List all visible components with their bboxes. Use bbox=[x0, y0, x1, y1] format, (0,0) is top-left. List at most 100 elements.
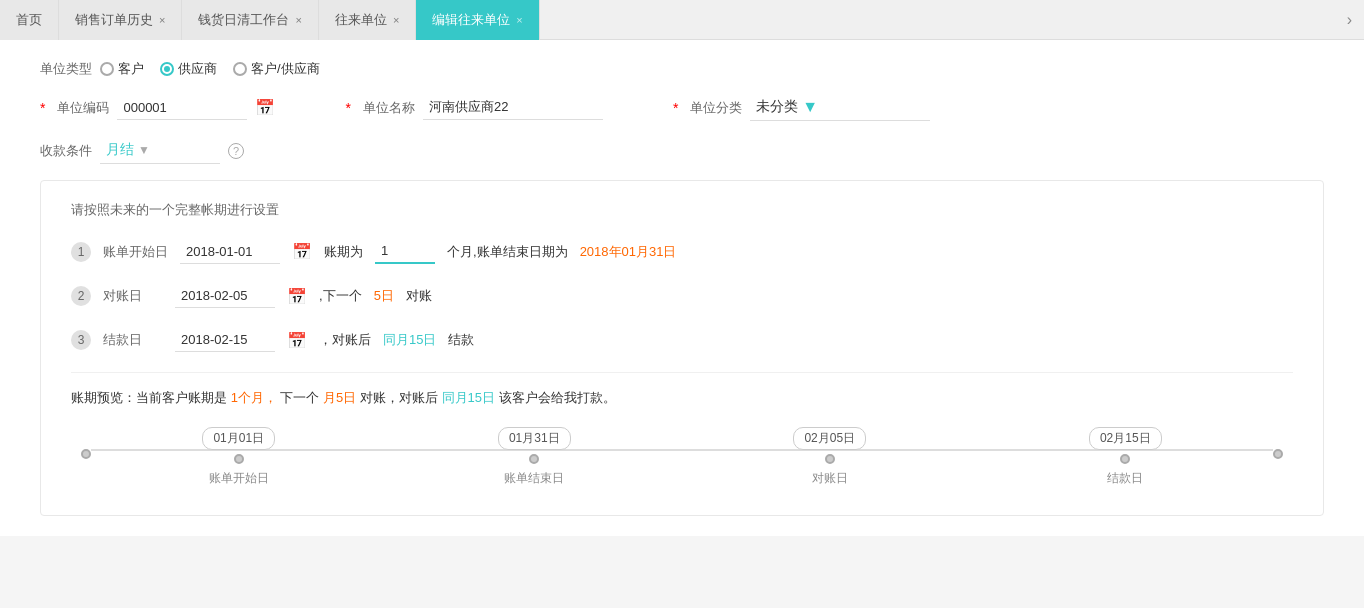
timeline-node-2: 01月31日 账单结束日 bbox=[498, 427, 571, 487]
preview-reconcile-prefix: 下一个 bbox=[280, 390, 319, 405]
timeline-nodes: 01月01日 账单开始日 01月31日 账单结束日 02月05日 bbox=[91, 427, 1273, 487]
unit-name-group: * 单位名称 bbox=[345, 96, 602, 120]
row-num-1: 1 bbox=[71, 242, 91, 262]
preview-text: 账期预览：当前客户账期是 1个月， 下一个 月5日 对账，对账后 同月15日 该… bbox=[71, 389, 1293, 407]
tab-partner[interactable]: 往来单位 × bbox=[319, 0, 416, 40]
payment-terms-row: 收款条件 月结 ▼ ? bbox=[40, 137, 1324, 164]
tl-name-4: 结款日 bbox=[1107, 470, 1143, 487]
unit-name-input[interactable] bbox=[423, 96, 603, 120]
dropdown-icon: ▼ bbox=[802, 98, 818, 116]
unit-category-value: 未分类 bbox=[756, 98, 798, 116]
timeline-node-1: 01月01日 账单开始日 bbox=[202, 427, 275, 487]
row-label-3: 结款日 bbox=[103, 331, 163, 349]
tab-home[interactable]: 首页 bbox=[0, 0, 59, 40]
preview-reconcile-day: 月5日 bbox=[323, 390, 356, 405]
row-highlight-3: 同月15日 bbox=[383, 331, 436, 349]
radio-circle-both bbox=[233, 62, 247, 76]
timeline-node-3: 02月05日 对账日 bbox=[793, 427, 866, 487]
tab-cash-workbench[interactable]: 钱货日清工作台 × bbox=[182, 0, 318, 40]
date-input-2[interactable] bbox=[175, 284, 275, 308]
tl-name-3: 对账日 bbox=[812, 470, 848, 487]
period-input[interactable] bbox=[375, 239, 435, 264]
tl-dot-3 bbox=[825, 454, 835, 464]
setting-row-1: 1 账单开始日 📅 账期为 个月,账单结束日期为 2018年01月31日 bbox=[71, 239, 1293, 264]
date-input-1[interactable] bbox=[180, 240, 280, 264]
question-icon[interactable]: ? bbox=[228, 143, 244, 159]
row-num-2: 2 bbox=[71, 286, 91, 306]
row-desc-prefix-2: ,下一个 bbox=[319, 287, 362, 305]
timeline-node-4: 02月15日 结款日 bbox=[1089, 427, 1162, 487]
unit-category-label: 单位分类 bbox=[690, 99, 742, 117]
calendar-icon-3[interactable]: 📅 bbox=[287, 331, 307, 350]
tl-box-4: 02月15日 bbox=[1089, 427, 1162, 450]
tl-dot-1 bbox=[234, 454, 244, 464]
radio-customer-label: 客户 bbox=[118, 60, 144, 78]
row-num-3: 3 bbox=[71, 330, 91, 350]
preview-period: 1个月， bbox=[231, 390, 277, 405]
row-desc-suffix-3: 结款 bbox=[448, 331, 474, 349]
tab-edit-partner[interactable]: 编辑往来单位 × bbox=[416, 0, 539, 40]
tab-bar: 首页 销售订单历史 × 钱货日清工作台 × 往来单位 × 编辑往来单位 × › bbox=[0, 0, 1364, 40]
payment-terms-group: 收款条件 月结 ▼ ? bbox=[40, 137, 244, 164]
preview-label: 账期预览：当前客户账期是 bbox=[71, 390, 227, 405]
tab-sales-history-label: 销售订单历史 bbox=[75, 11, 153, 29]
payment-terms-select[interactable]: 月结 ▼ bbox=[100, 137, 220, 164]
radio-both[interactable]: 客户/供应商 bbox=[233, 60, 320, 78]
radio-circle-supplier bbox=[160, 62, 174, 76]
calendar-icon-2[interactable]: 📅 bbox=[287, 287, 307, 306]
unit-name-label: 单位名称 bbox=[363, 99, 415, 117]
required-star-name: * bbox=[345, 100, 350, 116]
calendar-icon-1[interactable]: 📅 bbox=[292, 242, 312, 261]
close-icon[interactable]: × bbox=[159, 14, 165, 26]
row-desc-suffix-1: 个月,账单结束日期为 bbox=[447, 243, 568, 261]
end-date-highlight: 2018年01月31日 bbox=[580, 243, 677, 261]
tab-home-label: 首页 bbox=[16, 11, 42, 29]
radio-both-label: 客户/供应商 bbox=[251, 60, 320, 78]
tl-name-2: 账单结束日 bbox=[504, 470, 564, 487]
timeline-middle: 01月01日 账单开始日 01月31日 账单结束日 02月05日 bbox=[91, 427, 1273, 487]
radio-circle-customer bbox=[100, 62, 114, 76]
tab-cash-workbench-label: 钱货日清工作台 bbox=[198, 11, 289, 29]
row-desc-prefix-3: ，对账后 bbox=[319, 331, 371, 349]
row-label-1: 账单开始日 bbox=[103, 243, 168, 261]
preview-payment-day: 同月15日 bbox=[442, 390, 495, 405]
close-icon[interactable]: × bbox=[516, 14, 522, 26]
close-icon[interactable]: × bbox=[295, 14, 301, 26]
tab-edit-partner-label: 编辑往来单位 bbox=[432, 11, 510, 29]
tl-box-3: 02月05日 bbox=[793, 427, 866, 450]
row-label-2: 对账日 bbox=[103, 287, 163, 305]
unit-category-select[interactable]: 未分类 ▼ bbox=[750, 94, 930, 121]
preview-tail: 该客户会给我打款。 bbox=[499, 390, 616, 405]
radio-group: 客户 供应商 客户/供应商 bbox=[100, 60, 320, 78]
tl-box-2: 01月31日 bbox=[498, 427, 571, 450]
preview-reconcile-suffix: 对账，对账后 bbox=[360, 390, 438, 405]
dropdown-arrow-icon: ▼ bbox=[138, 143, 150, 157]
row-highlight-2: 5日 bbox=[374, 287, 394, 305]
tl-dot-4 bbox=[1120, 454, 1130, 464]
payment-terms-label: 收款条件 bbox=[40, 142, 92, 160]
timeline: 01月01日 账单开始日 01月31日 账单结束日 02月05日 bbox=[71, 427, 1293, 487]
timeline-right-dot bbox=[1273, 449, 1283, 459]
tl-name-1: 账单开始日 bbox=[209, 470, 269, 487]
radio-customer[interactable]: 客户 bbox=[100, 60, 144, 78]
tl-dot-2 bbox=[529, 454, 539, 464]
row-desc-suffix-2: 对账 bbox=[406, 287, 432, 305]
unit-code-label: 单位编码 bbox=[57, 99, 109, 117]
setting-row-3: 3 结款日 📅 ，对账后 同月15日 结款 bbox=[71, 328, 1293, 352]
radio-supplier[interactable]: 供应商 bbox=[160, 60, 217, 78]
unit-type-group: 单位类型 客户 供应商 客户/供应商 bbox=[40, 60, 320, 78]
unit-category-group: * 单位分类 未分类 ▼ bbox=[673, 94, 930, 121]
tab-arrow[interactable]: › bbox=[1335, 11, 1364, 29]
period-panel: 请按照未来的一个完整帐期进行设置 1 账单开始日 📅 账期为 个月,账单结束日期… bbox=[40, 180, 1324, 516]
timeline-left-dot bbox=[81, 449, 91, 459]
required-star: * bbox=[40, 100, 45, 116]
tab-sales-history[interactable]: 销售订单历史 × bbox=[59, 0, 182, 40]
required-star-cat: * bbox=[673, 100, 678, 116]
unit-type-row: 单位类型 客户 供应商 客户/供应商 bbox=[40, 60, 1324, 78]
radio-supplier-label: 供应商 bbox=[178, 60, 217, 78]
unit-code-input[interactable] bbox=[117, 96, 247, 120]
tl-box-1: 01月01日 bbox=[202, 427, 275, 450]
date-input-3[interactable] bbox=[175, 328, 275, 352]
calendar-icon[interactable]: 📅 bbox=[255, 98, 275, 117]
close-icon[interactable]: × bbox=[393, 14, 399, 26]
